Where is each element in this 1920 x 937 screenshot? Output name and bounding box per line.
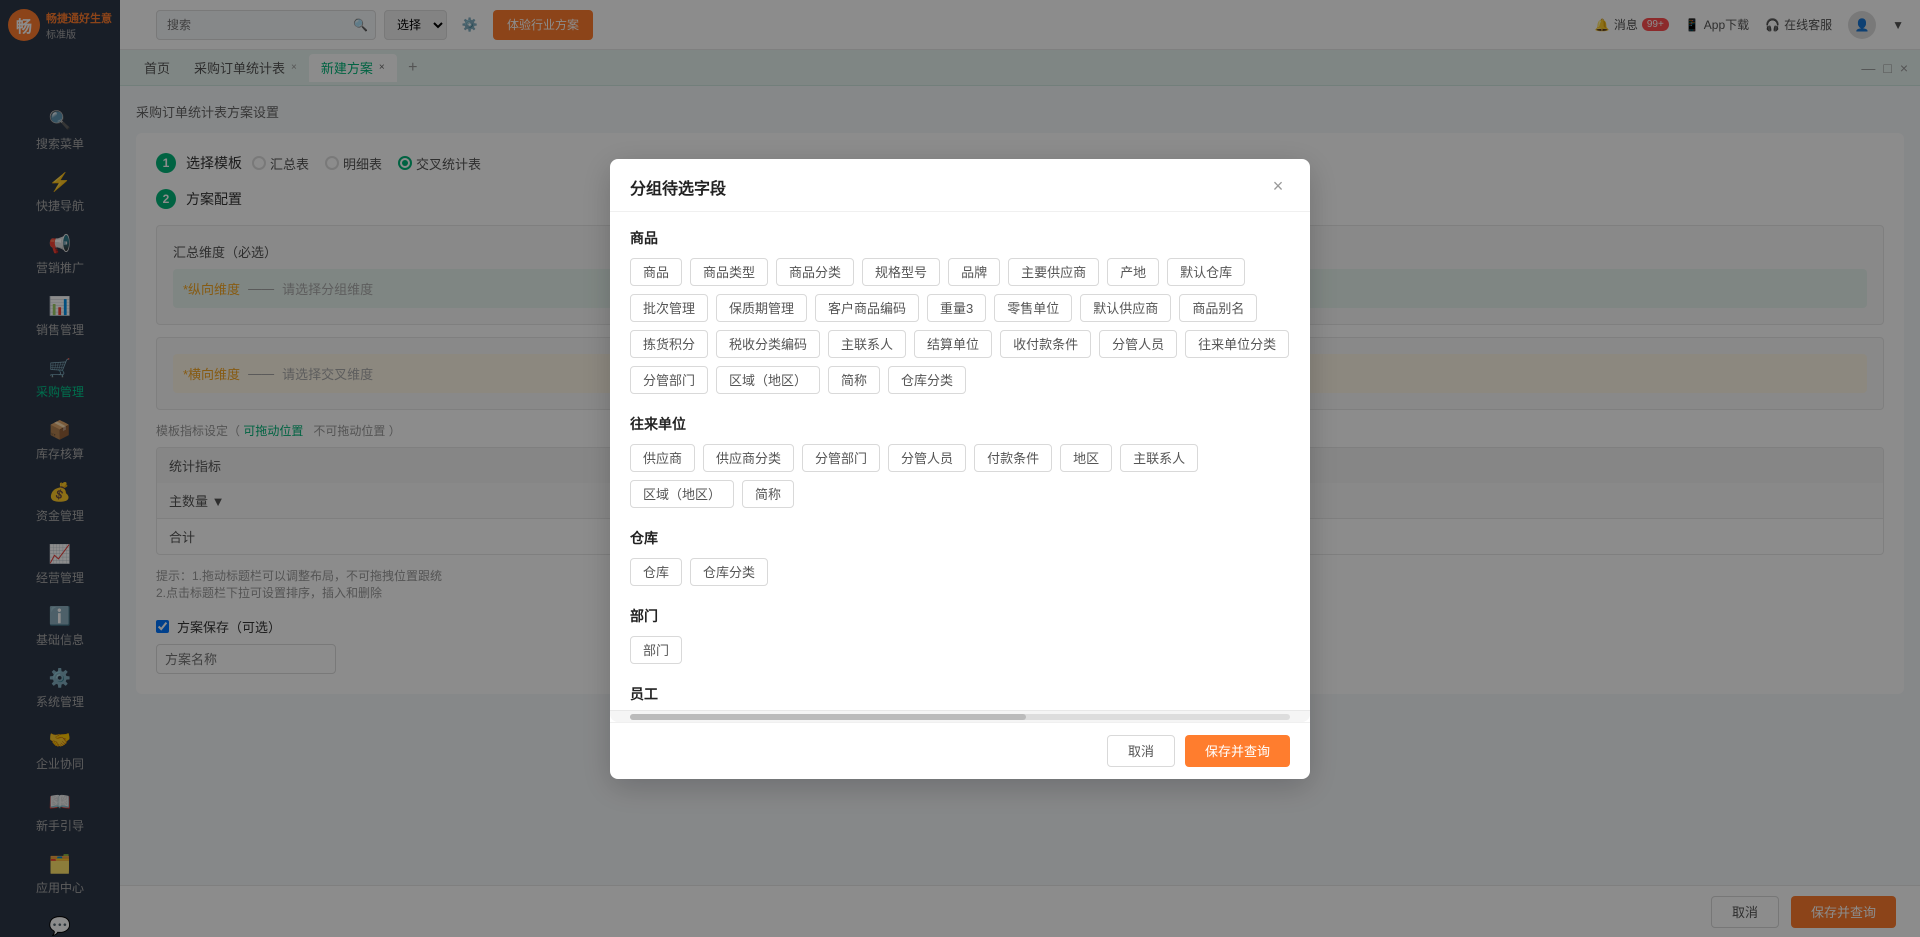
dialog-close-icon[interactable]: × xyxy=(1266,175,1290,199)
goods-field-tags: 商品 商品类型 商品分类 规格型号 品牌 主要供应商 产地 默认仓库 批次管理 … xyxy=(630,258,1290,394)
tag-goods-1[interactable]: 商品类型 xyxy=(690,258,768,286)
dialog-footer: 取消 保存并查询 xyxy=(610,722,1310,779)
dialog-overlay[interactable]: 分组待选字段 × 商品 商品 商品类型 商品分类 规格型号 品牌 主要供应商 产… xyxy=(0,0,1920,937)
tag-warehouse-0[interactable]: 仓库 xyxy=(630,558,682,586)
section-employee: 员工 业务员 xyxy=(630,684,1290,710)
dialog-horizontal-scrollbar[interactable] xyxy=(610,710,1310,722)
section-warehouse: 仓库 仓库 仓库分类 xyxy=(630,528,1290,586)
tag-goods-8[interactable]: 批次管理 xyxy=(630,294,708,322)
tag-goods-0[interactable]: 商品 xyxy=(630,258,682,286)
tag-partner-5[interactable]: 地区 xyxy=(1060,444,1112,472)
hscroll-thumb xyxy=(630,714,1026,720)
tag-goods-25[interactable]: 仓库分类 xyxy=(888,366,966,394)
tag-warehouse-1[interactable]: 仓库分类 xyxy=(690,558,768,586)
section-goods: 商品 商品 商品类型 商品分类 规格型号 品牌 主要供应商 产地 默认仓库 批次… xyxy=(630,228,1290,394)
section-partner-title: 往来单位 xyxy=(630,414,1290,434)
tag-partner-0[interactable]: 供应商 xyxy=(630,444,695,472)
tag-goods-21[interactable]: 往来单位分类 xyxy=(1185,330,1289,358)
tag-goods-5[interactable]: 主要供应商 xyxy=(1008,258,1099,286)
warehouse-field-tags: 仓库 仓库分类 xyxy=(630,558,1290,586)
dialog-body: 商品 商品 商品类型 商品分类 规格型号 品牌 主要供应商 产地 默认仓库 批次… xyxy=(610,212,1310,710)
dialog-title: 分组待选字段 xyxy=(630,175,726,199)
section-department-title: 部门 xyxy=(630,606,1290,626)
tag-partner-2[interactable]: 分管部门 xyxy=(802,444,880,472)
tag-goods-15[interactable]: 拣货积分 xyxy=(630,330,708,358)
tag-partner-7[interactable]: 区域（地区） xyxy=(630,480,734,508)
section-partner: 往来单位 供应商 供应商分类 分管部门 分管人员 付款条件 地区 主联系人 区域… xyxy=(630,414,1290,508)
dialog-confirm-btn[interactable]: 保存并查询 xyxy=(1185,735,1290,767)
tag-partner-3[interactable]: 分管人员 xyxy=(888,444,966,472)
tag-goods-3[interactable]: 规格型号 xyxy=(862,258,940,286)
tag-partner-4[interactable]: 付款条件 xyxy=(974,444,1052,472)
tag-goods-10[interactable]: 客户商品编码 xyxy=(815,294,919,322)
tag-goods-16[interactable]: 税收分类编码 xyxy=(716,330,820,358)
department-field-tags: 部门 xyxy=(630,636,1290,664)
tag-department-0[interactable]: 部门 xyxy=(630,636,682,664)
tag-goods-24[interactable]: 简称 xyxy=(828,366,880,394)
partner-field-tags: 供应商 供应商分类 分管部门 分管人员 付款条件 地区 主联系人 区域（地区） … xyxy=(630,444,1290,508)
tag-partner-1[interactable]: 供应商分类 xyxy=(703,444,794,472)
tag-goods-18[interactable]: 结算单位 xyxy=(914,330,992,358)
dialog: 分组待选字段 × 商品 商品 商品类型 商品分类 规格型号 品牌 主要供应商 产… xyxy=(610,159,1310,779)
tag-goods-4[interactable]: 品牌 xyxy=(948,258,1000,286)
tag-goods-12[interactable]: 零售单位 xyxy=(994,294,1072,322)
tag-partner-6[interactable]: 主联系人 xyxy=(1120,444,1198,472)
tag-goods-23[interactable]: 区域（地区） xyxy=(716,366,820,394)
tag-goods-22[interactable]: 分管部门 xyxy=(630,366,708,394)
tag-goods-13[interactable]: 默认供应商 xyxy=(1080,294,1171,322)
tag-goods-7[interactable]: 默认仓库 xyxy=(1167,258,1245,286)
dialog-header: 分组待选字段 × xyxy=(610,159,1310,212)
section-goods-title: 商品 xyxy=(630,228,1290,248)
tag-goods-20[interactable]: 分管人员 xyxy=(1099,330,1177,358)
dialog-cancel-btn[interactable]: 取消 xyxy=(1107,735,1175,767)
section-employee-title: 员工 xyxy=(630,684,1290,704)
tag-goods-2[interactable]: 商品分类 xyxy=(776,258,854,286)
tag-goods-6[interactable]: 产地 xyxy=(1107,258,1159,286)
tag-goods-14[interactable]: 商品别名 xyxy=(1179,294,1257,322)
tag-goods-17[interactable]: 主联系人 xyxy=(828,330,906,358)
hscroll-track xyxy=(630,714,1290,720)
tag-goods-19[interactable]: 收付款条件 xyxy=(1000,330,1091,358)
tag-partner-8[interactable]: 简称 xyxy=(742,480,794,508)
tag-goods-9[interactable]: 保质期管理 xyxy=(716,294,807,322)
section-department: 部门 部门 xyxy=(630,606,1290,664)
section-warehouse-title: 仓库 xyxy=(630,528,1290,548)
tag-goods-11[interactable]: 重量3 xyxy=(927,294,986,322)
